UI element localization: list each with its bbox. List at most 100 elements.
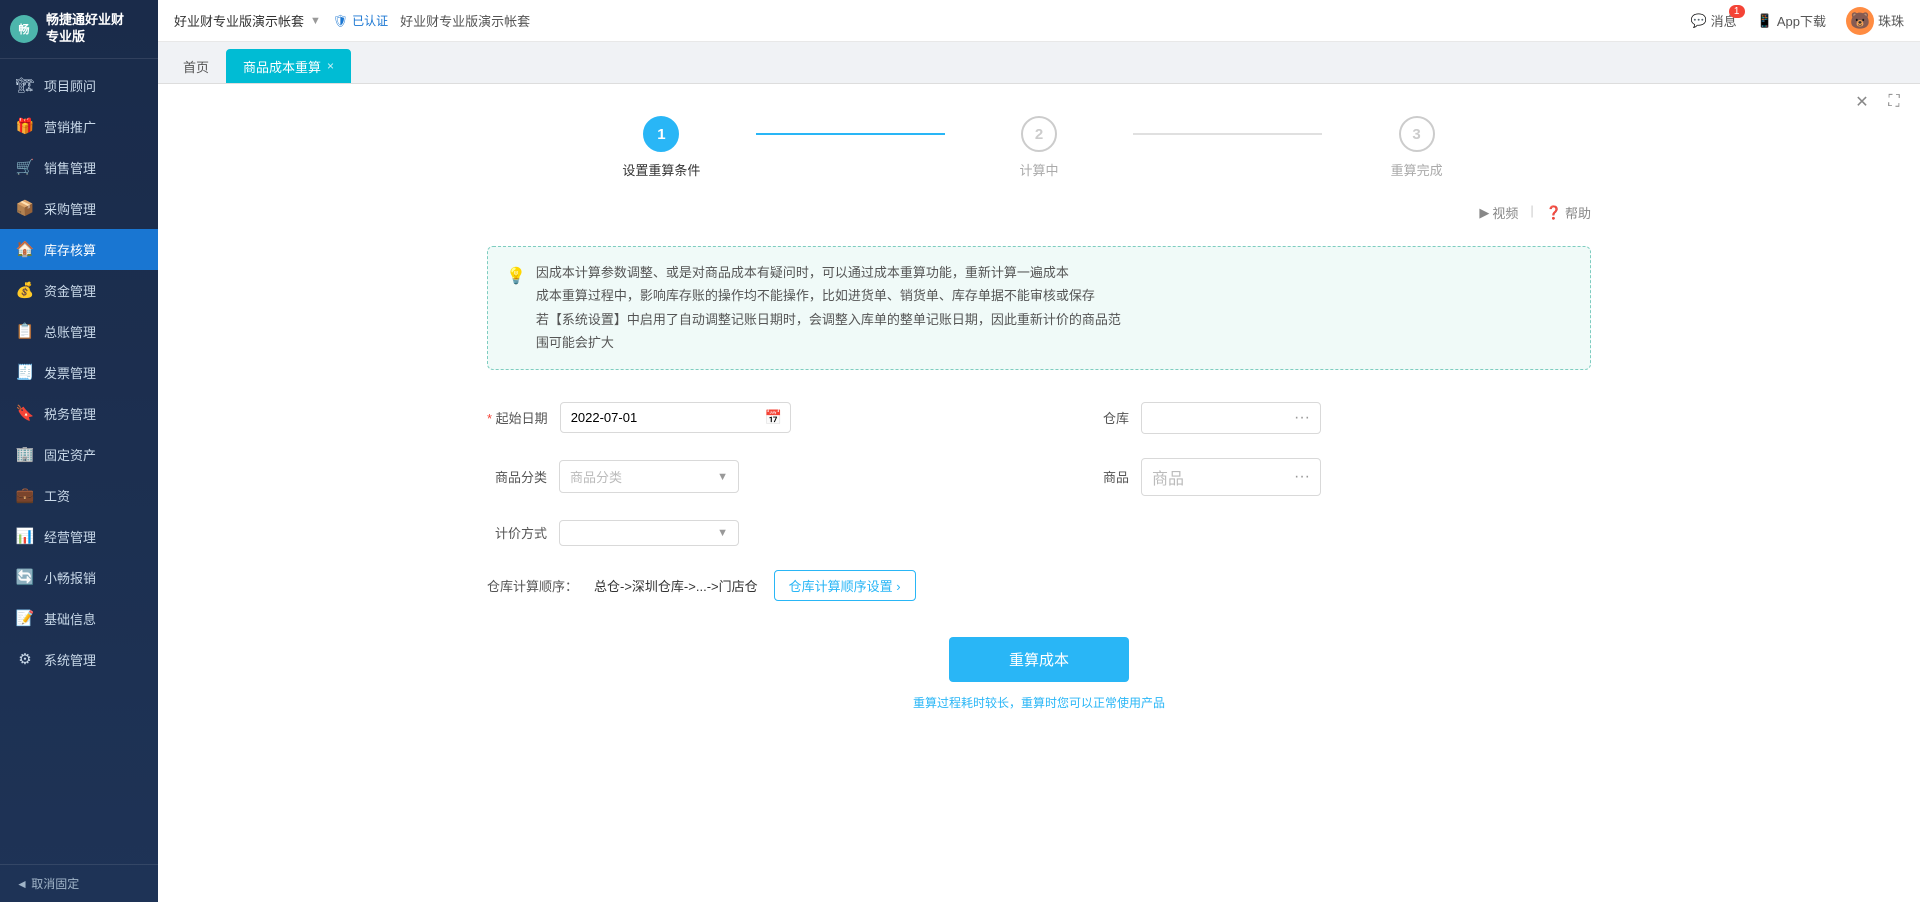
form-row-date-warehouse: 起始日期 📅 仓库 ··· [487, 402, 1591, 434]
dropdown-icon: ▼ [310, 15, 321, 27]
sidebar-item-tax[interactable]: 🔖 税务管理 [0, 393, 158, 434]
sidebar-item-label: 经营管理 [44, 527, 96, 546]
sidebar-item-label: 总账管理 [44, 322, 96, 341]
close-window-button[interactable]: ✕ [1852, 92, 1872, 112]
help-link[interactable]: ❓ 帮助 [1546, 203, 1591, 222]
main-area: 好业财专业版演示帐套 ▼ 🛡 已认证 好业财专业版演示帐套 💬 消息 1 📱 A… [158, 0, 1920, 902]
sidebar-item-label: 营销推广 [44, 117, 96, 136]
video-label: 视频 [1492, 203, 1518, 222]
sidebar-item-inventory[interactable]: 🏠 库存核算 [0, 229, 158, 270]
info-icon: 💡 [506, 263, 526, 355]
form-row-category-goods: 商品分类 商品分类 ▼ 商品 商品 ··· [487, 458, 1591, 496]
video-link[interactable]: ▶ 视频 [1479, 203, 1518, 222]
goods-select[interactable]: 商品 ··· [1141, 458, 1321, 496]
info-text: 因成本计算参数调整、或是对商品成本有疑问时，可以通过成本重算功能，重新计算一遍成… [536, 261, 1121, 355]
account-display-text: 好业财专业版演示帐套 [400, 14, 530, 29]
recalc-btn-label: 重算成本 [1009, 652, 1069, 669]
message-button[interactable]: 💬 消息 1 [1690, 11, 1736, 30]
sidebar-item-invoice[interactable]: 🧾 发票管理 [0, 352, 158, 393]
step-1-label: 设置重算条件 [622, 160, 700, 179]
step-3-circle: 3 [1399, 116, 1435, 152]
sidebar-item-operation[interactable]: 📊 经营管理 [0, 516, 158, 557]
sidebar-item-label: 固定资产 [44, 445, 96, 464]
sidebar-item-purchase[interactable]: 📦 采购管理 [0, 188, 158, 229]
recalc-hint: 重算过程耗时较长，重算时您可以正常使用产品 [487, 694, 1591, 711]
sidebar-footer-unpin[interactable]: ◄ 取消固定 [0, 864, 158, 902]
sidebar-item-label: 税务管理 [44, 404, 96, 423]
window-controls: ✕ ⛶ [1852, 92, 1904, 112]
step-2: 2 计算中 [945, 116, 1134, 179]
step-line-1 [756, 133, 945, 135]
sidebar-item-accounting[interactable]: 📋 总账管理 [0, 311, 158, 352]
sidebar-item-project[interactable]: 🏗 项目顾问 [0, 65, 158, 106]
sidebar-item-expense[interactable]: 🔄 小畅报销 [0, 557, 158, 598]
sidebar-item-sales[interactable]: 🛒 销售管理 [0, 147, 158, 188]
tax-icon: 🔖 [16, 404, 34, 422]
category-label: 商品分类 [487, 467, 547, 486]
start-date-input[interactable] [561, 404, 757, 431]
basic-icon: 📝 [16, 609, 34, 627]
tab-recalc[interactable]: 商品成本重算 × [226, 49, 351, 83]
play-icon: ▶ [1479, 205, 1489, 221]
question-icon: ❓ [1546, 205, 1562, 221]
step-3-label: 重算完成 [1391, 160, 1443, 179]
pricing-select[interactable]: ▼ [559, 520, 739, 546]
phone-icon: 📱 [1757, 13, 1773, 29]
steps-container: 1 设置重算条件 2 计算中 3 [487, 116, 1591, 179]
sidebar-brand: 畅捷通好业财 专业版 [46, 12, 124, 46]
app-download-button[interactable]: 📱 App下载 [1757, 11, 1826, 30]
accounting-icon: 📋 [16, 322, 34, 340]
sidebar-logo: 畅 [10, 15, 38, 43]
project-icon: 🏗 [16, 76, 34, 94]
expand-window-button[interactable]: ⛶ [1884, 92, 1904, 112]
sidebar-item-label: 项目顾问 [44, 76, 96, 95]
sidebar-item-basic[interactable]: 📝 基础信息 [0, 598, 158, 639]
sidebar-item-marketing[interactable]: 🎁 营销推广 [0, 106, 158, 147]
info-line-1: 因成本计算参数调整、或是对商品成本有疑问时，可以通过成本重算功能，重新计算一遍成… [536, 261, 1121, 284]
form-row-pricing: 计价方式 ▼ [487, 520, 1591, 546]
help-row: ▶ 视频 | ❓ 帮助 [487, 203, 1591, 222]
form-group-warehouse: 仓库 ··· [1069, 402, 1591, 434]
sidebar-item-label: 库存核算 [44, 240, 96, 259]
verified-text: 已认证 [352, 12, 388, 29]
sidebar-item-label: 基础信息 [44, 609, 96, 628]
sidebar-item-label: 销售管理 [44, 158, 96, 177]
user-menu-button[interactable]: 🐻 珠珠 [1846, 7, 1904, 35]
sales-icon: 🛒 [16, 158, 34, 176]
account-selector[interactable]: 好业财专业版演示帐套 ▼ [174, 11, 321, 30]
topbar: 好业财专业版演示帐套 ▼ 🛡 已认证 好业财专业版演示帐套 💬 消息 1 📱 A… [158, 0, 1920, 42]
sidebar-item-label: 系统管理 [44, 650, 96, 669]
step-1: 1 设置重算条件 [567, 116, 756, 179]
tab-home-label: 首页 [183, 57, 209, 76]
info-box: 💡 因成本计算参数调整、或是对商品成本有疑问时，可以通过成本重算功能，重新计算一… [487, 246, 1591, 370]
tab-home[interactable]: 首页 [166, 49, 226, 83]
start-date-label: 起始日期 [487, 408, 548, 427]
purchase-icon: 📦 [16, 199, 34, 217]
finance-icon: 💰 [16, 281, 34, 299]
content-inner: 1 设置重算条件 2 计算中 3 [439, 84, 1639, 743]
step-3: 3 重算完成 [1322, 116, 1511, 179]
ellipsis-icon: ··· [1294, 409, 1310, 427]
warehouse-order-row: 仓库计算顺序： 总仓->深圳仓库->...->门店仓 仓库计算顺序设置 › [487, 570, 1591, 601]
warehouse-select[interactable]: ··· [1141, 402, 1321, 434]
calendar-icon[interactable]: 📅 [757, 403, 790, 432]
sidebar-item-finance[interactable]: 💰 资金管理 [0, 270, 158, 311]
recalc-button[interactable]: 重算成本 [949, 637, 1129, 682]
sidebar-item-salary[interactable]: 💼 工资 [0, 475, 158, 516]
sidebar-item-label: 小畅报销 [44, 568, 96, 587]
brand-sub: 专业版 [46, 29, 124, 46]
sidebar-item-assets[interactable]: 🏢 固定资产 [0, 434, 158, 475]
sidebar-item-label: 工资 [44, 486, 70, 505]
sidebar-item-system[interactable]: ⚙ 系统管理 [0, 639, 158, 680]
sidebar-item-label: 采购管理 [44, 199, 96, 218]
form-group-pricing: 计价方式 ▼ [487, 520, 1591, 546]
tab-close-icon[interactable]: × [327, 59, 334, 73]
start-date-input-wrapper[interactable]: 📅 [560, 402, 791, 433]
category-select[interactable]: 商品分类 ▼ [559, 460, 739, 493]
step-2-circle: 2 [1021, 116, 1057, 152]
sidebar-item-label: 资金管理 [44, 281, 96, 300]
warehouse-order-settings-button[interactable]: 仓库计算顺序设置 › [774, 570, 916, 601]
shield-icon: 🛡 [333, 14, 348, 28]
warehouse-label: 仓库 [1069, 408, 1129, 427]
topbar-right: 💬 消息 1 📱 App下载 🐻 珠珠 [1690, 7, 1904, 35]
